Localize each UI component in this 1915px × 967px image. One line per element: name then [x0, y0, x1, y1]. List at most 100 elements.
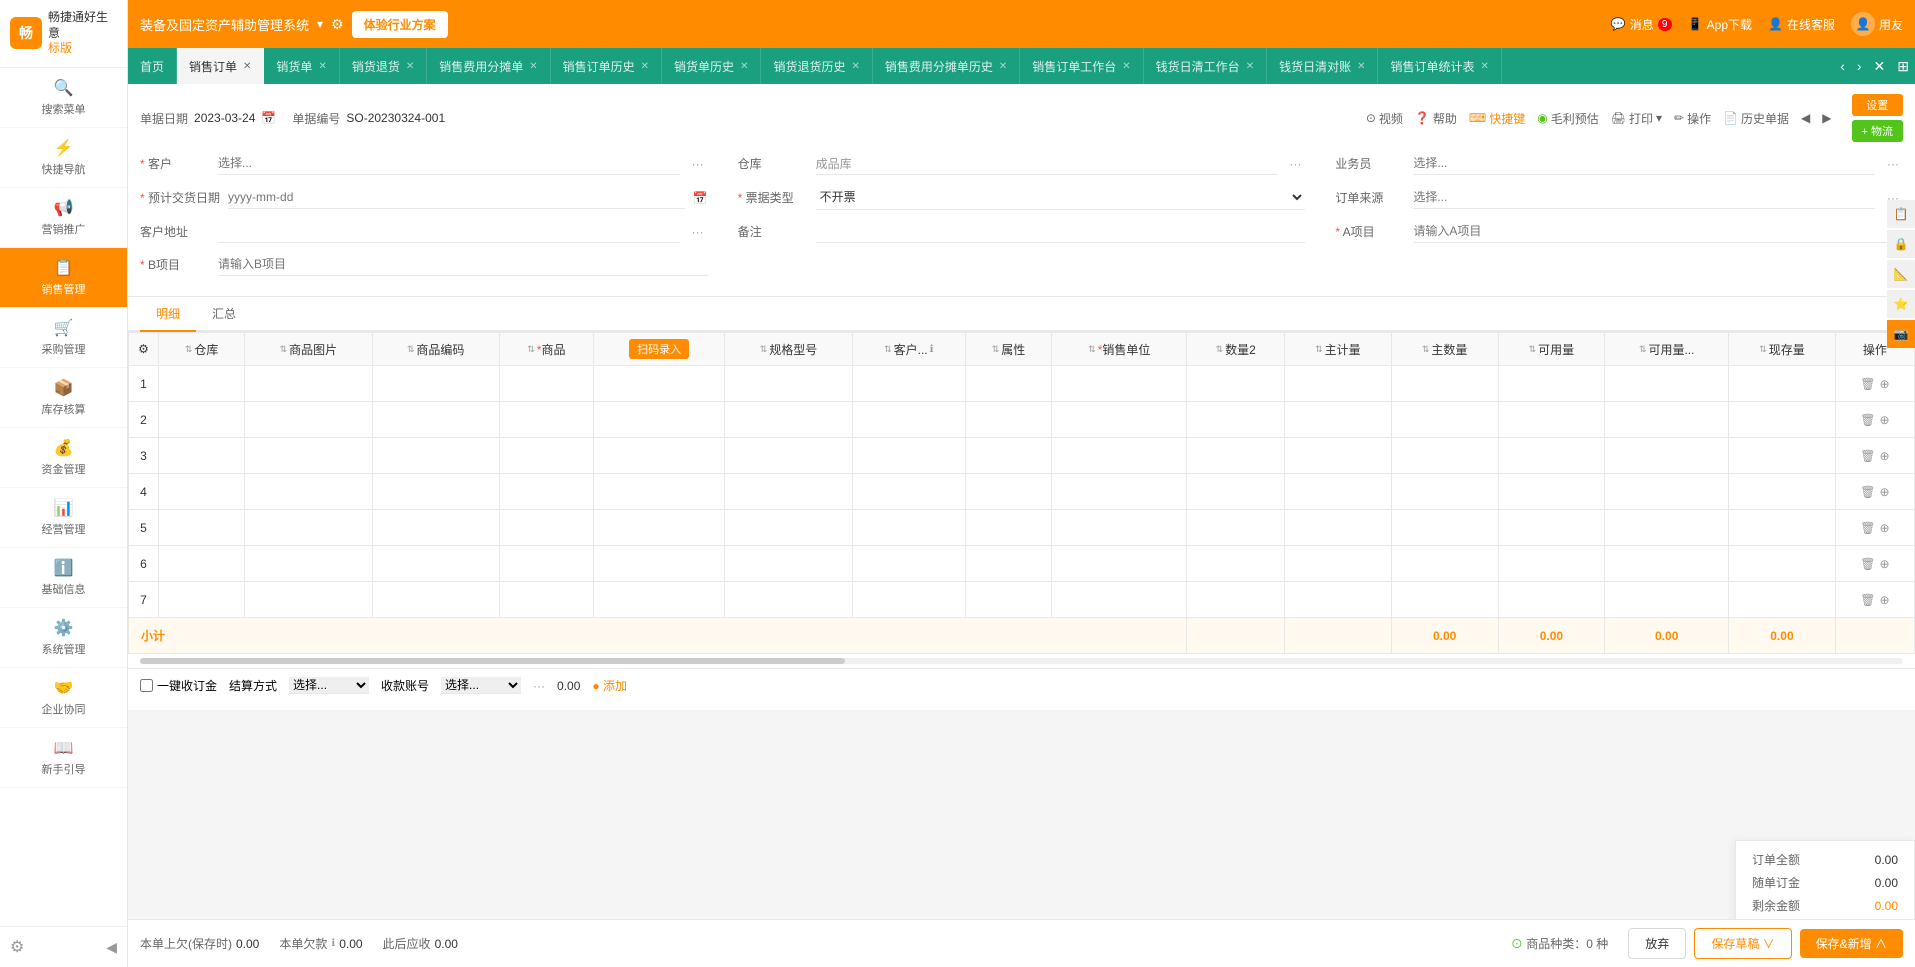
row-copy-icon[interactable]: ⊕ [1880, 377, 1890, 391]
row-avail-qty[interactable] [1498, 438, 1605, 474]
address-input[interactable] [218, 220, 680, 243]
row-avail-qty[interactable] [1498, 510, 1605, 546]
row-attribute[interactable] [965, 402, 1051, 438]
row-main-qty[interactable] [1391, 582, 1498, 618]
row-stock-qty[interactable] [1729, 438, 1836, 474]
row-qty2[interactable] [1187, 474, 1285, 510]
scan-input-button[interactable]: 扫码录入 [629, 339, 689, 359]
row-avail-qty2[interactable] [1605, 546, 1729, 582]
address-more-icon[interactable]: ··· [688, 225, 708, 239]
row-sales-unit[interactable] [1052, 582, 1187, 618]
sidebar-collapse-icon[interactable]: ◀ [106, 939, 117, 956]
payment-method-select[interactable]: 选择... [289, 677, 369, 694]
row-product[interactable] [499, 510, 593, 546]
row-main-unit[interactable] [1285, 474, 1392, 510]
row-product-code[interactable] [372, 546, 499, 582]
tab-sales-return[interactable]: 销货退货 ✕ [340, 48, 427, 84]
sidebar-item-inventory[interactable]: 📦 库存核算 [0, 368, 127, 428]
one-click-checkbox[interactable] [140, 679, 153, 692]
row-warehouse[interactable] [159, 546, 245, 582]
row-main-qty[interactable] [1391, 510, 1498, 546]
row-product-img[interactable] [245, 510, 372, 546]
col-settings[interactable]: ⚙ [129, 333, 159, 366]
row-warehouse[interactable] [159, 510, 245, 546]
tab-summary[interactable]: 汇总 [196, 297, 252, 332]
row-delete-icon[interactable]: 🗑 [1860, 557, 1875, 571]
view-action[interactable]: ⊙ 视频 [1366, 110, 1403, 127]
tab-close-icon[interactable]: ✕ [641, 61, 649, 72]
print-action[interactable]: 🖨 打印 ▾ [1611, 110, 1662, 127]
sidebar-item-guide[interactable]: 📖 新手引导 [0, 728, 127, 788]
row-warehouse[interactable] [159, 366, 245, 402]
float-icon-2[interactable]: 🔒 [1887, 230, 1915, 258]
warehouse-more-icon[interactable]: ··· [1285, 157, 1305, 171]
invoice-select[interactable]: 不开票 增值税普通发票 增值税专用发票 [816, 185, 1306, 210]
row-product-code[interactable] [372, 510, 499, 546]
row-product-img[interactable] [245, 582, 372, 618]
tab-invoice-history[interactable]: 销货单历史 ✕ [662, 48, 761, 84]
row-main-unit[interactable] [1285, 438, 1392, 474]
settings-button[interactable]: 设置 [1852, 94, 1903, 116]
app-download-button[interactable]: 📱 App下载 [1688, 16, 1752, 33]
tab-close-icon[interactable]: ✕ [740, 61, 748, 72]
row-avail-qty2[interactable] [1605, 510, 1729, 546]
row-customer-info[interactable] [852, 546, 965, 582]
scrollbar-thumb[interactable] [140, 658, 845, 664]
row-spec[interactable] [725, 510, 852, 546]
row-main-qty[interactable] [1391, 366, 1498, 402]
row-customer-info[interactable] [852, 438, 965, 474]
row-main-qty[interactable] [1391, 438, 1498, 474]
user-menu-button[interactable]: 👤 用友 [1851, 12, 1903, 36]
row-copy-icon[interactable]: ⊕ [1880, 521, 1890, 535]
row-product-code[interactable] [372, 366, 499, 402]
nav-next-icon[interactable]: ▶ [1822, 111, 1831, 125]
row-sales-unit[interactable] [1052, 474, 1187, 510]
row-qty2[interactable] [1187, 582, 1285, 618]
row-scan[interactable] [594, 366, 725, 402]
tab-daily-workbench[interactable]: 钱货日清工作台 ✕ [1144, 48, 1267, 84]
row-product-img[interactable] [245, 546, 372, 582]
tab-expense-history[interactable]: 销售费用分摊单历史 ✕ [873, 48, 1020, 84]
row-scan[interactable] [594, 510, 725, 546]
row-product[interactable] [499, 582, 593, 618]
salesperson-input[interactable] [1413, 152, 1875, 175]
sidebar-item-operations[interactable]: 📊 经营管理 [0, 488, 127, 548]
calendar-icon[interactable]: 📅 [261, 111, 276, 125]
tab-return-history[interactable]: 销货退货历史 ✕ [761, 48, 872, 84]
sidebar-item-system[interactable]: ⚙️ 系统管理 [0, 608, 127, 668]
tab-home[interactable]: 首页 [128, 48, 177, 84]
tab-sales-order[interactable]: 销售订单 ✕ [177, 48, 264, 84]
tab-close-icon[interactable]: ✕ [1122, 61, 1130, 72]
add-button[interactable]: ● 添加 [592, 677, 627, 694]
tab-order-workbench[interactable]: 销售订单工作台 ✕ [1020, 48, 1143, 84]
tab-close-icon[interactable]: ✕ [243, 61, 251, 72]
row-delete-icon[interactable]: 🗑 [1860, 521, 1875, 535]
save-new-button[interactable]: 保存&新增 ∧ [1800, 929, 1903, 958]
sidebar-item-quicknav[interactable]: ⚡ 快捷导航 [0, 128, 127, 188]
sidebar-item-purchase[interactable]: 🛒 采购管理 [0, 308, 127, 368]
row-warehouse[interactable] [159, 438, 245, 474]
row-main-unit[interactable] [1285, 546, 1392, 582]
row-avail-qty[interactable] [1498, 582, 1605, 618]
tab-close-icon[interactable]: ✕ [1481, 61, 1489, 72]
row-product-img[interactable] [245, 402, 372, 438]
tab-order-stats[interactable]: 销售订单统计表 ✕ [1378, 48, 1501, 84]
row-scan[interactable] [594, 546, 725, 582]
row-main-unit[interactable] [1285, 402, 1392, 438]
row-product-code[interactable] [372, 474, 499, 510]
row-sales-unit[interactable] [1052, 546, 1187, 582]
row-product[interactable] [499, 366, 593, 402]
float-icon-4[interactable]: ⭐ [1887, 290, 1915, 318]
float-icon-3[interactable]: 📐 [1887, 260, 1915, 288]
settings-icon[interactable]: ⚙ [331, 16, 344, 33]
tab-expand-button[interactable]: ⊞ [1891, 48, 1915, 84]
tab-close-icon[interactable]: ✕ [406, 61, 414, 72]
delivery-date-input[interactable] [228, 186, 685, 209]
row-customer-info[interactable] [852, 582, 965, 618]
row-customer-info[interactable] [852, 474, 965, 510]
discard-button[interactable]: 放弃 [1628, 928, 1686, 959]
row-product[interactable] [499, 474, 593, 510]
row-qty2[interactable] [1187, 438, 1285, 474]
float-icon-5[interactable]: 📷 [1887, 320, 1915, 348]
row-warehouse[interactable] [159, 582, 245, 618]
